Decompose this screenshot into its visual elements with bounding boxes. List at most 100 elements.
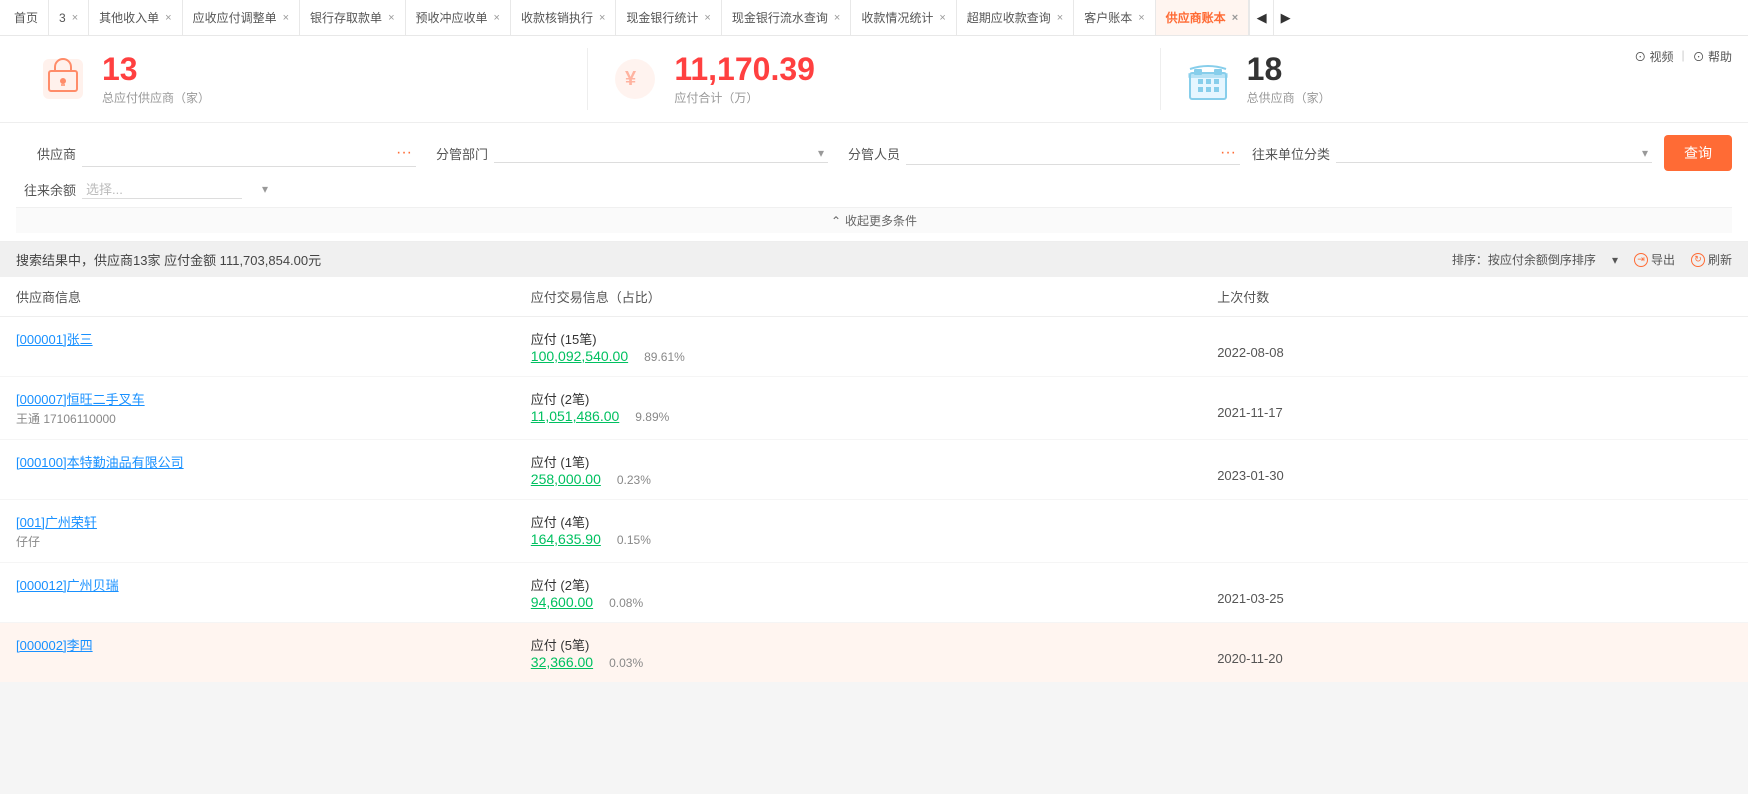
results-bar: 搜索结果中，供应商13家 应付金额 111,703,854.00元 排序：按应付… (0, 242, 1748, 277)
supplier-sub-2: 王通 17106110000 (16, 410, 531, 427)
table-header: 供应商信息 应付交易信息（占比） 上次付数 (0, 277, 1748, 317)
transaction-4: 应付 (4笔) 164,635.90 0.15% (531, 512, 1217, 547)
nav-tab-cash-flow-query[interactable]: 现金银行流水查询 × (722, 0, 851, 36)
trans-label-3: 应付 (1笔) (531, 452, 1217, 471)
trans-amount-3[interactable]: 258,000.00 (531, 471, 601, 487)
trans-label-1: 应付 (15笔) (531, 329, 1217, 348)
trans-percent-3: 0.23% (617, 473, 651, 487)
trans-amount-4[interactable]: 164,635.90 (531, 531, 601, 547)
category-dropdown-icon[interactable]: ▾ (1642, 146, 1648, 160)
stat-text-payable-total: 11,170.39 应付合计（万） (674, 53, 815, 106)
refresh-label: 刷新 (1708, 251, 1732, 268)
nav-tab-supplier-ledger[interactable]: 供应商账本 × (1156, 0, 1249, 36)
filter-row-2: 往来余额 ▾ (16, 179, 1732, 199)
stat-block-payable-suppliers: 13 总应付供应商（家） (16, 48, 587, 110)
supplier-input[interactable] (86, 141, 396, 164)
dept-input[interactable] (498, 145, 818, 160)
last-pay-4 (1217, 512, 1560, 528)
nav-scroll-right[interactable]: ▶ (1273, 0, 1297, 36)
nav-tab-receipt-verify[interactable]: 收款核销执行 × (511, 0, 616, 36)
filter-item-supplier: 供应商 ··· (16, 139, 416, 167)
stat-number-payable-total: 11,170.39 (674, 53, 815, 85)
trans-amount-2[interactable]: 11,051,486.00 (531, 408, 620, 424)
supplier-link-6[interactable]: [000002]李四 (16, 638, 93, 653)
svg-text:¥: ¥ (625, 68, 637, 90)
filter-supplier-wrap[interactable]: ··· (82, 139, 416, 167)
stat-block-payable-total: ¥ 11,170.39 应付合计（万） (587, 48, 1159, 110)
refresh-button[interactable]: ↻ 刷新 (1691, 251, 1732, 268)
trans-label-4: 应付 (4笔) (531, 512, 1217, 531)
video-link[interactable]: ⊙ 视频 (1634, 48, 1673, 65)
supplier-info-2: [000007]恒旺二手叉车 王通 17106110000 (16, 389, 531, 427)
dept-dropdown-icon[interactable]: ▾ (818, 146, 824, 160)
trans-percent-1: 89.61% (644, 350, 685, 364)
close-icon[interactable]: × (494, 12, 500, 24)
nav-tab-ar-ap-adjust[interactable]: 应收应付调整单 × (183, 0, 300, 36)
supplier-info-5: [000012]广州贝瑞 (16, 575, 531, 594)
filter-label-dept: 分管部门 (428, 144, 488, 163)
supplier-link-2[interactable]: [000007]恒旺二手叉车 (16, 392, 145, 407)
trans-amount-6[interactable]: 32,366.00 (531, 654, 593, 670)
close-icon[interactable]: × (388, 12, 394, 24)
refresh-icon: ↻ (1691, 253, 1705, 267)
collapse-button[interactable]: ⌃ 收起更多条件 (831, 212, 917, 229)
supplier-info-3: [000100]本特勤油品有限公司 (16, 452, 531, 471)
filter-bar: 供应商 ··· 分管部门 ▾ 分管人员 ··· 往来单位分类 (0, 123, 1748, 242)
close-icon[interactable]: × (165, 12, 171, 24)
nav-tab-customer-ledger[interactable]: 客户账本 × (1074, 0, 1155, 36)
close-icon[interactable]: × (1232, 12, 1238, 24)
filter-label-supplier: 供应商 (16, 144, 76, 163)
close-icon[interactable]: × (72, 12, 78, 24)
filter-row-1: 供应商 ··· 分管部门 ▾ 分管人员 ··· 往来单位分类 (16, 135, 1732, 171)
nav-tab-overdue-ar[interactable]: 超期应收款查询 × (957, 0, 1074, 36)
balance-input[interactable] (86, 181, 262, 196)
trans-percent-2: 9.89% (635, 410, 669, 424)
person-picker-icon[interactable]: ··· (1220, 144, 1236, 162)
sort-label: 排序：按应付余额倒序排序 (1452, 251, 1596, 268)
nav-tab-bank-deposit[interactable]: 银行存取款单 × (300, 0, 405, 36)
person-input[interactable] (910, 145, 1220, 160)
close-icon[interactable]: × (599, 12, 605, 24)
nav-scroll-left[interactable]: ◀ (1249, 0, 1273, 36)
filter-balance-wrap[interactable]: ▾ (82, 179, 242, 199)
filter-category-wrap[interactable]: ▾ (1336, 143, 1652, 163)
nav-tab-supplier-ledger-label: 供应商账本 (1166, 9, 1226, 26)
category-input[interactable] (1340, 145, 1642, 160)
close-icon[interactable]: × (939, 12, 945, 24)
close-icon[interactable]: × (1138, 12, 1144, 24)
trans-label-2: 应付 (2笔) (531, 389, 1217, 408)
nav-tab-home[interactable]: 首页 (4, 0, 49, 36)
nav-tab-3[interactable]: 3 × (49, 0, 89, 36)
filter-person-wrap[interactable]: ··· (906, 142, 1240, 165)
export-button[interactable]: ⇥ 导出 (1634, 251, 1675, 268)
nav-tab-other-income-label: 其他收入单 (99, 9, 159, 26)
transaction-3: 应付 (1笔) 258,000.00 0.23% (531, 452, 1217, 487)
supplier-link-3[interactable]: [000100]本特勤油品有限公司 (16, 455, 184, 470)
filter-dept-wrap[interactable]: ▾ (494, 143, 828, 163)
help-link[interactable]: ⊙ 帮助 (1693, 48, 1732, 65)
trans-amount-5[interactable]: 94,600.00 (531, 594, 593, 610)
query-button[interactable]: 查询 (1664, 135, 1732, 171)
balance-dropdown-icon[interactable]: ▾ (262, 182, 268, 196)
nav-tab-receipt-stat[interactable]: 收款情况统计 × (851, 0, 956, 36)
supplier-link-4[interactable]: [001]广州荣轩 (16, 515, 97, 530)
stat-number-payable-suppliers: 13 (102, 53, 210, 85)
sort-arrow-icon[interactable]: ▾ (1612, 253, 1618, 267)
last-pay-3: 2023-01-30 (1217, 452, 1560, 483)
nav-tab-receipt-verify-label: 收款核销执行 (521, 9, 593, 26)
close-icon[interactable]: × (283, 12, 289, 24)
nav-tab-other-income[interactable]: 其他收入单 × (89, 0, 182, 36)
nav-tab-prepay-ar[interactable]: 预收冲应收单 × (406, 0, 511, 36)
results-bar-right: 排序：按应付余额倒序排序 ▾ ⇥ 导出 ↻ 刷新 (1452, 251, 1732, 268)
supplier-picker-icon[interactable]: ··· (396, 144, 412, 162)
table-row: [000100]本特勤油品有限公司 应付 (1笔) 258,000.00 0.2… (0, 440, 1748, 500)
close-icon[interactable]: × (704, 12, 710, 24)
trans-amount-1[interactable]: 100,092,540.00 (531, 348, 628, 364)
supplier-link-1[interactable]: [000001]张三 (16, 332, 93, 347)
close-icon[interactable]: × (1057, 12, 1063, 24)
close-icon[interactable]: × (834, 12, 840, 24)
supplier-info-6: [000002]李四 (16, 635, 531, 654)
supplier-link-5[interactable]: [000012]广州贝瑞 (16, 578, 119, 593)
transaction-2: 应付 (2笔) 11,051,486.00 9.89% (531, 389, 1217, 424)
nav-tab-cash-bank-stat[interactable]: 现金银行统计 × (616, 0, 721, 36)
